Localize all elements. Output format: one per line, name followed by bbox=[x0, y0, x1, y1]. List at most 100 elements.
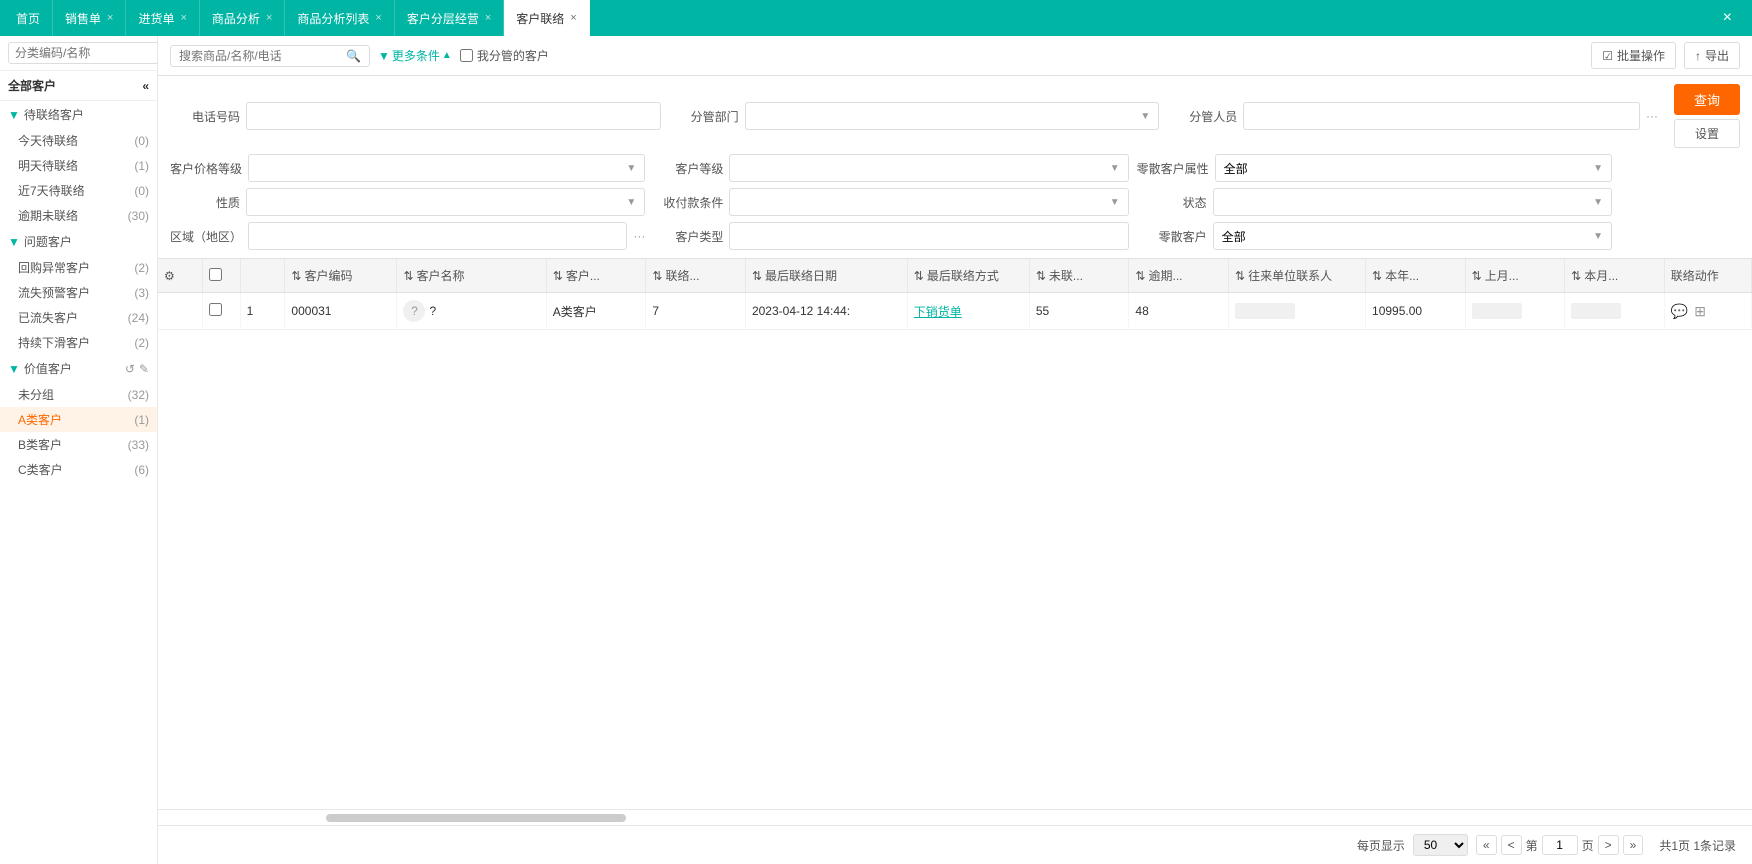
filter-mine-checkbox-area[interactable]: 我分管的客户 bbox=[460, 47, 549, 64]
person-label: 分管人员 bbox=[1167, 108, 1237, 125]
payment-label: 收付款条件 bbox=[653, 194, 723, 211]
value-group-edit-icon[interactable]: ✎ bbox=[139, 362, 149, 376]
nav-product-analysis[interactable]: 商品分析 × bbox=[200, 0, 285, 36]
nav-home[interactable]: 首页 bbox=[8, 0, 53, 36]
nature-select[interactable]: ▼ bbox=[246, 188, 645, 216]
nav-customer-tier-close[interactable]: × bbox=[485, 12, 491, 24]
sidebar-item-churn-warning[interactable]: 流失预警客户 (3) bbox=[0, 280, 157, 305]
sidebar-item-a-class[interactable]: A类客户 (1) bbox=[0, 407, 157, 432]
th-last-month[interactable]: ⇅ 上月... bbox=[1465, 259, 1565, 293]
sidebar-item-7days[interactable]: 近7天待联络 (0) bbox=[0, 178, 157, 203]
filter-cell-payment: 收付款条件 ▼ bbox=[653, 188, 1128, 216]
row-method-link[interactable]: 下销货单 bbox=[914, 305, 962, 319]
sidebar-item-churned[interactable]: 已流失客户 (24) bbox=[0, 305, 157, 330]
batch-operation-button[interactable]: ☑ 批量操作 bbox=[1591, 42, 1676, 69]
sidebar-item-b-class[interactable]: B类客户 (33) bbox=[0, 432, 157, 457]
th-overdue[interactable]: ⇅ 逾期... bbox=[1129, 259, 1229, 293]
global-close-button[interactable]: × bbox=[1711, 9, 1744, 27]
th-year-amount[interactable]: ⇅ 本年... bbox=[1366, 259, 1466, 293]
select-all-checkbox[interactable] bbox=[209, 268, 222, 281]
th-customer-type[interactable]: ⇅ 客户... bbox=[546, 259, 646, 293]
th-customer-code[interactable]: ⇅ 客户编码 bbox=[285, 259, 397, 293]
sidebar-group-pending[interactable]: ▼ 待联络客户 bbox=[0, 101, 157, 128]
page-size-select[interactable]: 50 100 bbox=[1413, 834, 1468, 856]
row-type: A类客户 bbox=[546, 293, 646, 330]
sidebar-item-c-class[interactable]: C类客户 (6) bbox=[0, 457, 157, 482]
sidebar-group-value[interactable]: ▼ 价值客户 ↺ ✎ bbox=[0, 355, 157, 382]
retail-attr-select[interactable]: 全部 ▼ bbox=[1215, 154, 1612, 182]
customer-level-select[interactable]: ▼ bbox=[729, 154, 1128, 182]
price-level-label: 客户价格等级 bbox=[170, 160, 242, 177]
advanced-filter: 电话号码 分管部门 ▼ 分管人员 ··· 查询 设置 bbox=[158, 76, 1752, 259]
gear-icon[interactable]: ⚙ bbox=[164, 269, 175, 283]
nav-customer-contact[interactable]: 客户联络 × bbox=[504, 0, 589, 36]
filter-search-input[interactable] bbox=[179, 49, 346, 63]
row-method[interactable]: 下销货单 bbox=[907, 293, 1029, 330]
th-uncontact-label: 未联... bbox=[1049, 267, 1083, 284]
sidebar-item-overdue[interactable]: 逾期未联络 (30) bbox=[0, 203, 157, 228]
th-lastmonth-sort-icon: ⇅ bbox=[1472, 269, 1482, 283]
nav-product-analysis-close[interactable]: × bbox=[266, 12, 272, 24]
sidebar-item-today[interactable]: 今天待联络 (0) bbox=[0, 128, 157, 153]
filter-mine-checkbox[interactable] bbox=[460, 49, 473, 62]
sidebar-item-ungrouped[interactable]: 未分组 (32) bbox=[0, 382, 157, 407]
sidebar-all-customers[interactable]: 全部客户 « bbox=[0, 71, 157, 101]
th-uncontact-days[interactable]: ⇅ 未联... bbox=[1029, 259, 1129, 293]
scroll-thumb[interactable] bbox=[326, 814, 626, 822]
next-page-button[interactable]: > bbox=[1598, 835, 1619, 855]
row-history-bar bbox=[1235, 303, 1295, 319]
page-number-input[interactable] bbox=[1542, 835, 1578, 855]
nav-product-list-close[interactable]: × bbox=[375, 12, 381, 24]
payment-select[interactable]: ▼ bbox=[729, 188, 1128, 216]
pending-arrow: ▼ bbox=[8, 108, 20, 122]
customer-type-input[interactable] bbox=[729, 222, 1128, 250]
nav-product-list[interactable]: 商品分析列表 × bbox=[285, 0, 394, 36]
nav-purchase[interactable]: 进货单 × bbox=[126, 0, 199, 36]
dept-select[interactable]: ▼ bbox=[745, 102, 1160, 130]
query-button[interactable]: 查询 bbox=[1674, 84, 1740, 115]
th-last-contact-method[interactable]: ⇅ 最后联络方式 bbox=[907, 259, 1029, 293]
region-dots[interactable]: ··· bbox=[633, 229, 645, 243]
nav-purchase-close[interactable]: × bbox=[180, 12, 186, 24]
settings-button[interactable]: 设置 bbox=[1674, 119, 1740, 148]
person-input[interactable] bbox=[1243, 102, 1640, 130]
last-page-button[interactable]: » bbox=[1623, 835, 1644, 855]
horizontal-scrollbar[interactable] bbox=[158, 809, 1752, 825]
export-icon: ↑ bbox=[1695, 49, 1701, 63]
th-last-contact-date[interactable]: ⇅ 最后联络日期 bbox=[745, 259, 907, 293]
filter-search-icon[interactable]: 🔍 bbox=[346, 49, 361, 63]
status-select[interactable]: ▼ bbox=[1213, 188, 1612, 216]
th-history-contact[interactable]: ⇅ 往来单位联系人 bbox=[1229, 259, 1366, 293]
region-input[interactable] bbox=[248, 222, 627, 250]
sidebar-item-tomorrow[interactable]: 明天待联络 (1) bbox=[0, 153, 157, 178]
row-checkbox[interactable] bbox=[209, 303, 222, 316]
nav-sales[interactable]: 销售单 × bbox=[53, 0, 126, 36]
first-page-button[interactable]: « bbox=[1476, 835, 1497, 855]
th-checkbox[interactable] bbox=[203, 259, 240, 293]
th-customer-name[interactable]: ⇅ 客户名称 bbox=[397, 259, 546, 293]
sidebar-group-problem[interactable]: ▼ 问题客户 bbox=[0, 228, 157, 255]
nav-customer-tier[interactable]: 客户分层经营 × bbox=[395, 0, 504, 36]
retail-select[interactable]: 全部 ▼ bbox=[1213, 222, 1612, 250]
person-dots[interactable]: ··· bbox=[1646, 109, 1658, 123]
row-chat-icon[interactable]: 💬 bbox=[1671, 303, 1688, 320]
nav-sales-close[interactable]: × bbox=[107, 12, 113, 24]
sidebar-collapse-icon[interactable]: « bbox=[142, 79, 149, 93]
th-contact[interactable]: ⇅ 联络... bbox=[646, 259, 746, 293]
filter-more-button[interactable]: ▼ 更多条件 ▲ bbox=[378, 47, 452, 64]
export-button[interactable]: ↑ 导出 bbox=[1684, 42, 1740, 69]
th-gear[interactable]: ⚙ bbox=[158, 259, 203, 293]
sidebar-item-declining[interactable]: 持续下滑客户 (2) bbox=[0, 330, 157, 355]
filter-search-box[interactable]: 🔍 bbox=[170, 45, 370, 67]
nav-customer-contact-close[interactable]: × bbox=[570, 12, 576, 24]
phone-input[interactable] bbox=[246, 102, 661, 130]
row-checkbox-cell[interactable] bbox=[203, 293, 240, 330]
prev-page-button[interactable]: < bbox=[1501, 835, 1522, 855]
row-grid-icon[interactable]: ⊞ bbox=[1694, 303, 1706, 320]
value-group-refresh-icon[interactable]: ↺ bbox=[125, 362, 135, 376]
price-level-select[interactable]: ▼ bbox=[248, 154, 645, 182]
page-label: 第 bbox=[1526, 837, 1538, 854]
sidebar-item-repurchase-abnormal[interactable]: 回购异常客户 (2) bbox=[0, 255, 157, 280]
th-this-month[interactable]: ⇅ 本月... bbox=[1565, 259, 1665, 293]
sidebar-search-input[interactable] bbox=[8, 42, 158, 64]
